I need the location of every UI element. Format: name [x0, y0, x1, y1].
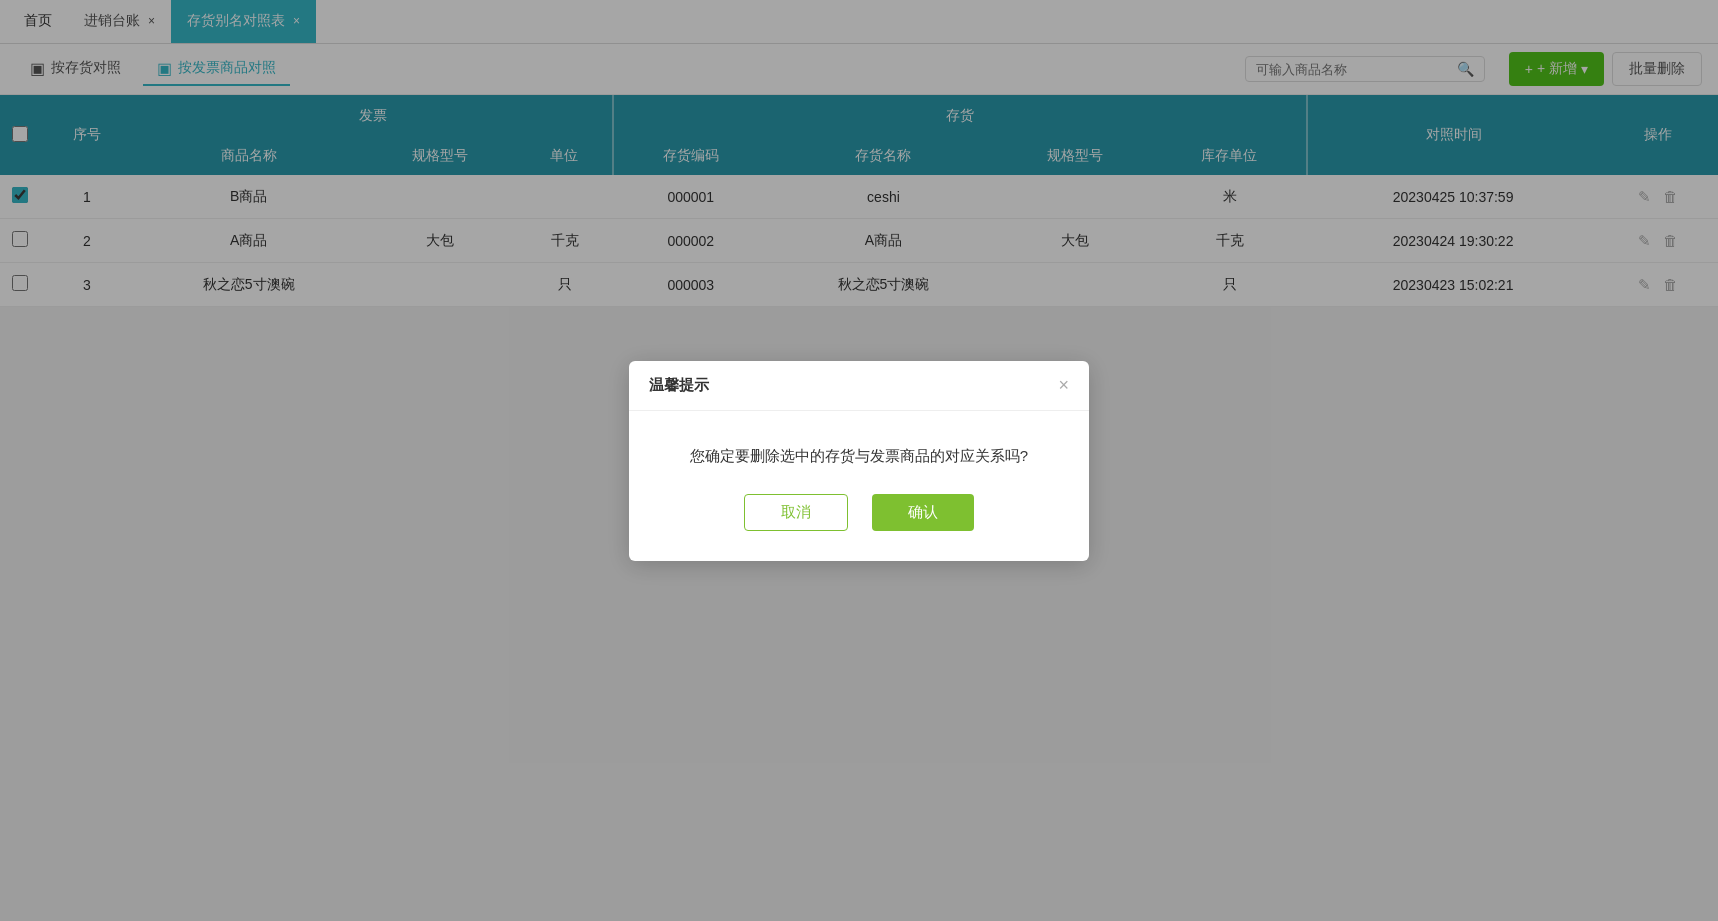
modal-overlay[interactable]: 温馨提示 × 您确定要删除选中的存货与发票商品的对应关系吗? 取消 确认: [0, 0, 1718, 307]
